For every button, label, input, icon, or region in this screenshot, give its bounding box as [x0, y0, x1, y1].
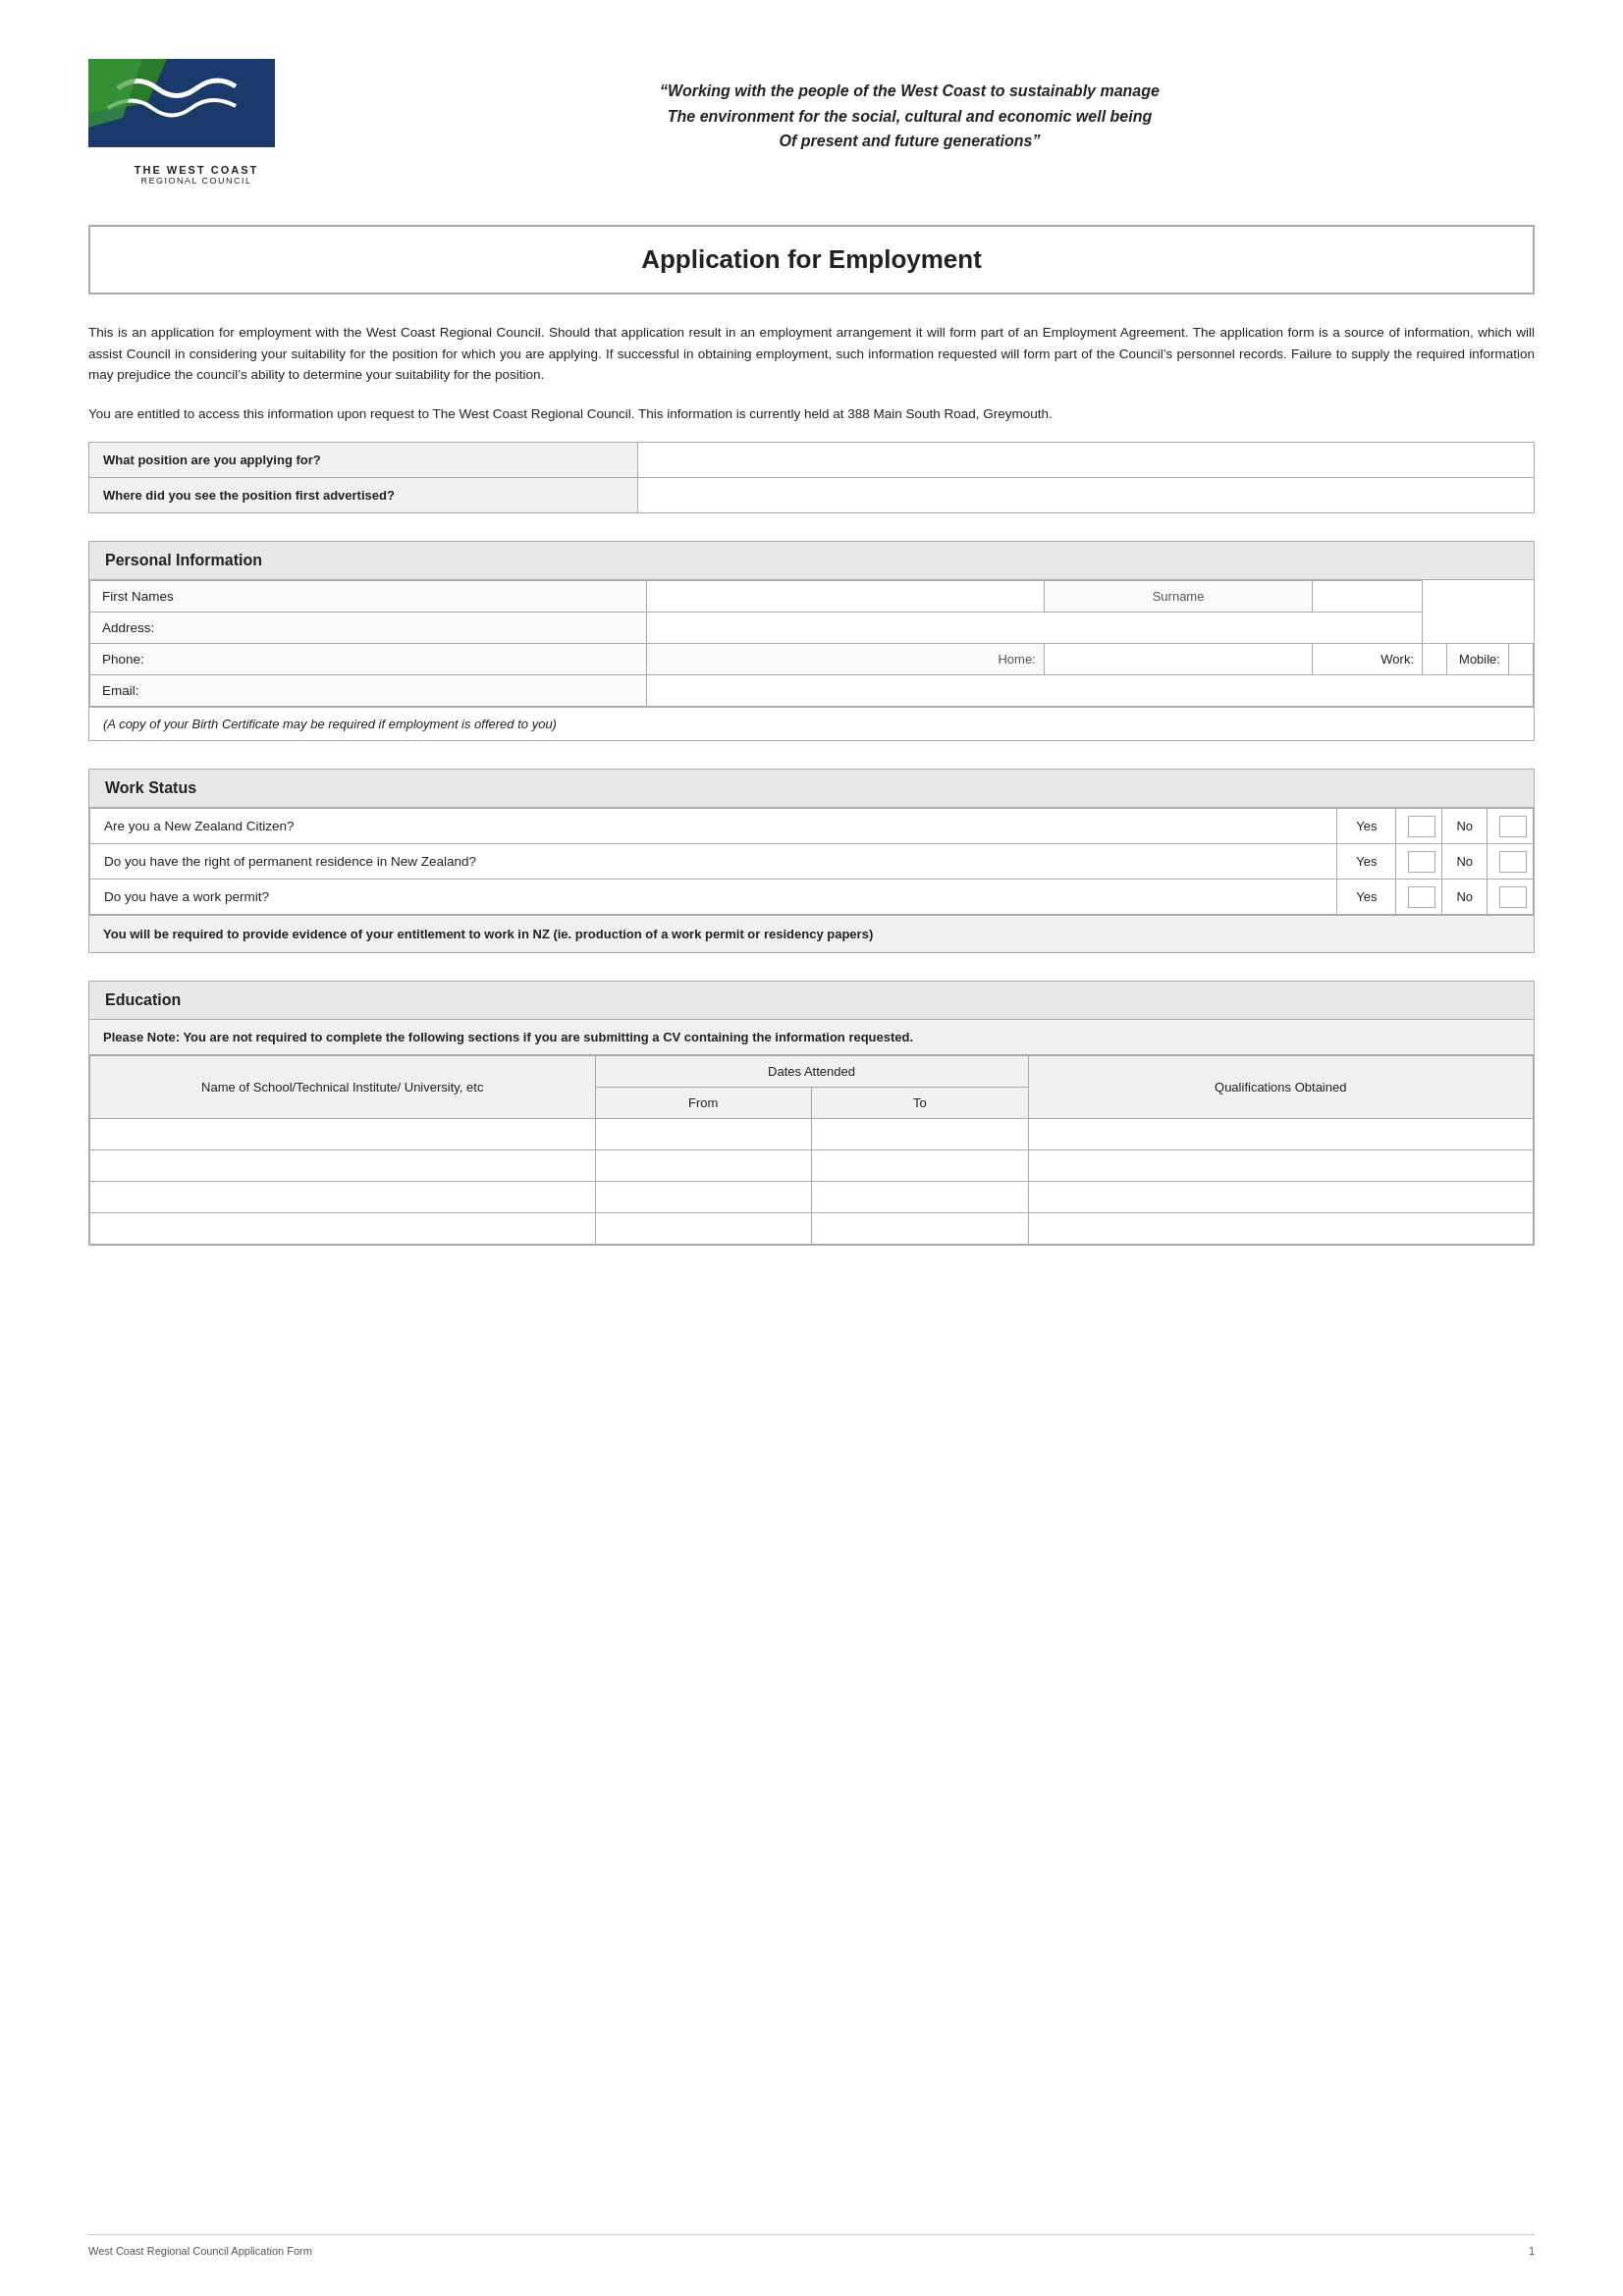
home-phone-input[interactable] [1044, 644, 1313, 675]
perm-yes-box[interactable] [1396, 844, 1442, 880]
position-section: What position are you applying for? Wher… [88, 442, 1535, 513]
nz-citizen-yes-box[interactable] [1396, 809, 1442, 844]
body-paragraph-2: You are entitled to access this informat… [88, 403, 1535, 425]
nz-citizen-no-box[interactable] [1488, 809, 1534, 844]
personal-info-table: First Names Surname Address: Phone: Home… [89, 580, 1534, 707]
logo-sub: REGIONAL COUNCIL [88, 176, 304, 186]
nz-citizen-question: Are you a New Zealand Citizen? [90, 809, 1337, 844]
first-names-label: First Names [90, 581, 647, 613]
address-label: Address: [90, 613, 647, 644]
footer: West Coast Regional Council Application … [88, 2234, 1535, 2257]
permit-yes-label: Yes [1337, 880, 1396, 915]
email-row: Email: [90, 675, 1534, 707]
edu-data-row-1 [90, 1119, 1534, 1150]
page: THE WEST COAST REGIONAL COUNCIL “Working… [0, 0, 1623, 2296]
home-label: Home: [646, 644, 1044, 675]
edu-to-cell-2[interactable] [812, 1150, 1029, 1182]
edu-name-cell-1[interactable] [90, 1119, 596, 1150]
work-phone-input[interactable] [1423, 644, 1447, 675]
edu-name-header: Name of School/Technical Institute/ Univ… [90, 1056, 596, 1119]
work-status-title: Work Status [89, 770, 1534, 808]
edu-name-cell-4[interactable] [90, 1213, 596, 1245]
position-input[interactable] [638, 443, 1535, 478]
edu-header-row-1: Name of School/Technical Institute/ Univ… [90, 1056, 1534, 1088]
personal-info-title: Personal Information [89, 542, 1534, 580]
logo-name: THE WEST COAST [88, 164, 304, 176]
permit-yes-box[interactable] [1396, 880, 1442, 915]
perm-no-label: No [1442, 844, 1488, 880]
surname-label: Surname [1044, 581, 1313, 613]
mobile-label: Mobile: [1447, 644, 1509, 675]
logo-area: THE WEST COAST REGIONAL COUNCIL [88, 59, 304, 186]
header-tagline: “Working with the people of the West Coa… [304, 59, 1535, 154]
nz-citizen-row: Are you a New Zealand Citizen? Yes No [90, 809, 1534, 844]
footer-right: 1 [1529, 2245, 1535, 2257]
education-table: Name of School/Technical Institute/ Univ… [89, 1055, 1534, 1245]
work-permit-row: Do you have a work permit? Yes No [90, 880, 1534, 915]
edu-qual-header: Qualifications Obtained [1028, 1056, 1534, 1119]
work-label: Work: [1313, 644, 1423, 675]
header: THE WEST COAST REGIONAL COUNCIL “Working… [88, 59, 1535, 186]
title-box: Application for Employment [88, 225, 1535, 294]
edu-from-header: From [595, 1088, 812, 1119]
perm-yes-label: Yes [1337, 844, 1396, 880]
permit-no-label: No [1442, 880, 1488, 915]
body-paragraph-1: This is an application for employment wi… [88, 322, 1535, 386]
nz-citizen-no-label: No [1442, 809, 1488, 844]
position-row-1: What position are you applying for? [89, 443, 1535, 478]
nz-citizen-yes-label: Yes [1337, 809, 1396, 844]
birth-note: (A copy of your Birth Certificate may be… [89, 707, 1534, 740]
edu-to-cell-1[interactable] [812, 1119, 1029, 1150]
edu-name-cell-2[interactable] [90, 1150, 596, 1182]
perm-no-box[interactable] [1488, 844, 1534, 880]
edu-dates-header: Dates Attended [595, 1056, 1028, 1088]
edu-name-cell-3[interactable] [90, 1182, 596, 1213]
edu-qual-cell-2[interactable] [1028, 1150, 1534, 1182]
permanent-residence-row: Do you have the right of permanent resid… [90, 844, 1534, 880]
first-names-input[interactable] [646, 581, 1044, 613]
education-note: Please Note: You are not required to com… [89, 1020, 1534, 1055]
edu-from-cell-1[interactable] [595, 1119, 812, 1150]
phone-label: Phone: [90, 644, 647, 675]
edu-from-cell-3[interactable] [595, 1182, 812, 1213]
edu-to-cell-3[interactable] [812, 1182, 1029, 1213]
edu-from-cell-2[interactable] [595, 1150, 812, 1182]
personal-info-section: Personal Information First Names Surname… [88, 541, 1535, 741]
education-title: Education [89, 982, 1534, 1020]
footer-left: West Coast Regional Council Application … [88, 2245, 312, 2257]
edu-data-row-2 [90, 1150, 1534, 1182]
edu-to-cell-4[interactable] [812, 1213, 1029, 1245]
position-row-2: Where did you see the position first adv… [89, 478, 1535, 513]
edu-qual-cell-4[interactable] [1028, 1213, 1534, 1245]
mobile-phone-input[interactable] [1508, 644, 1533, 675]
work-status-section: Work Status Are you a New Zealand Citize… [88, 769, 1535, 953]
edu-data-row-3 [90, 1182, 1534, 1213]
work-status-table: Are you a New Zealand Citizen? Yes No Do… [89, 808, 1534, 915]
address-input[interactable] [646, 613, 1422, 644]
email-input[interactable] [646, 675, 1533, 707]
edu-to-header: To [812, 1088, 1029, 1119]
permanent-residence-question: Do you have the right of permanent resid… [90, 844, 1337, 880]
names-row: First Names Surname [90, 581, 1534, 613]
education-section: Education Please Note: You are not requi… [88, 981, 1535, 1246]
advertised-label: Where did you see the position first adv… [89, 478, 638, 513]
advertised-input[interactable] [638, 478, 1535, 513]
edu-qual-cell-1[interactable] [1028, 1119, 1534, 1150]
address-row: Address: [90, 613, 1534, 644]
page-title: Application for Employment [108, 244, 1515, 275]
logo-icon [88, 59, 275, 157]
position-label: What position are you applying for? [89, 443, 638, 478]
email-label: Email: [90, 675, 647, 707]
permit-no-box[interactable] [1488, 880, 1534, 915]
work-status-note: You will be required to provide evidence… [89, 915, 1534, 952]
edu-qual-cell-3[interactable] [1028, 1182, 1534, 1213]
surname-input[interactable] [1313, 581, 1423, 613]
phone-row: Phone: Home: Work: Mobile: [90, 644, 1534, 675]
edu-data-row-4 [90, 1213, 1534, 1245]
edu-from-cell-4[interactable] [595, 1213, 812, 1245]
work-permit-question: Do you have a work permit? [90, 880, 1337, 915]
